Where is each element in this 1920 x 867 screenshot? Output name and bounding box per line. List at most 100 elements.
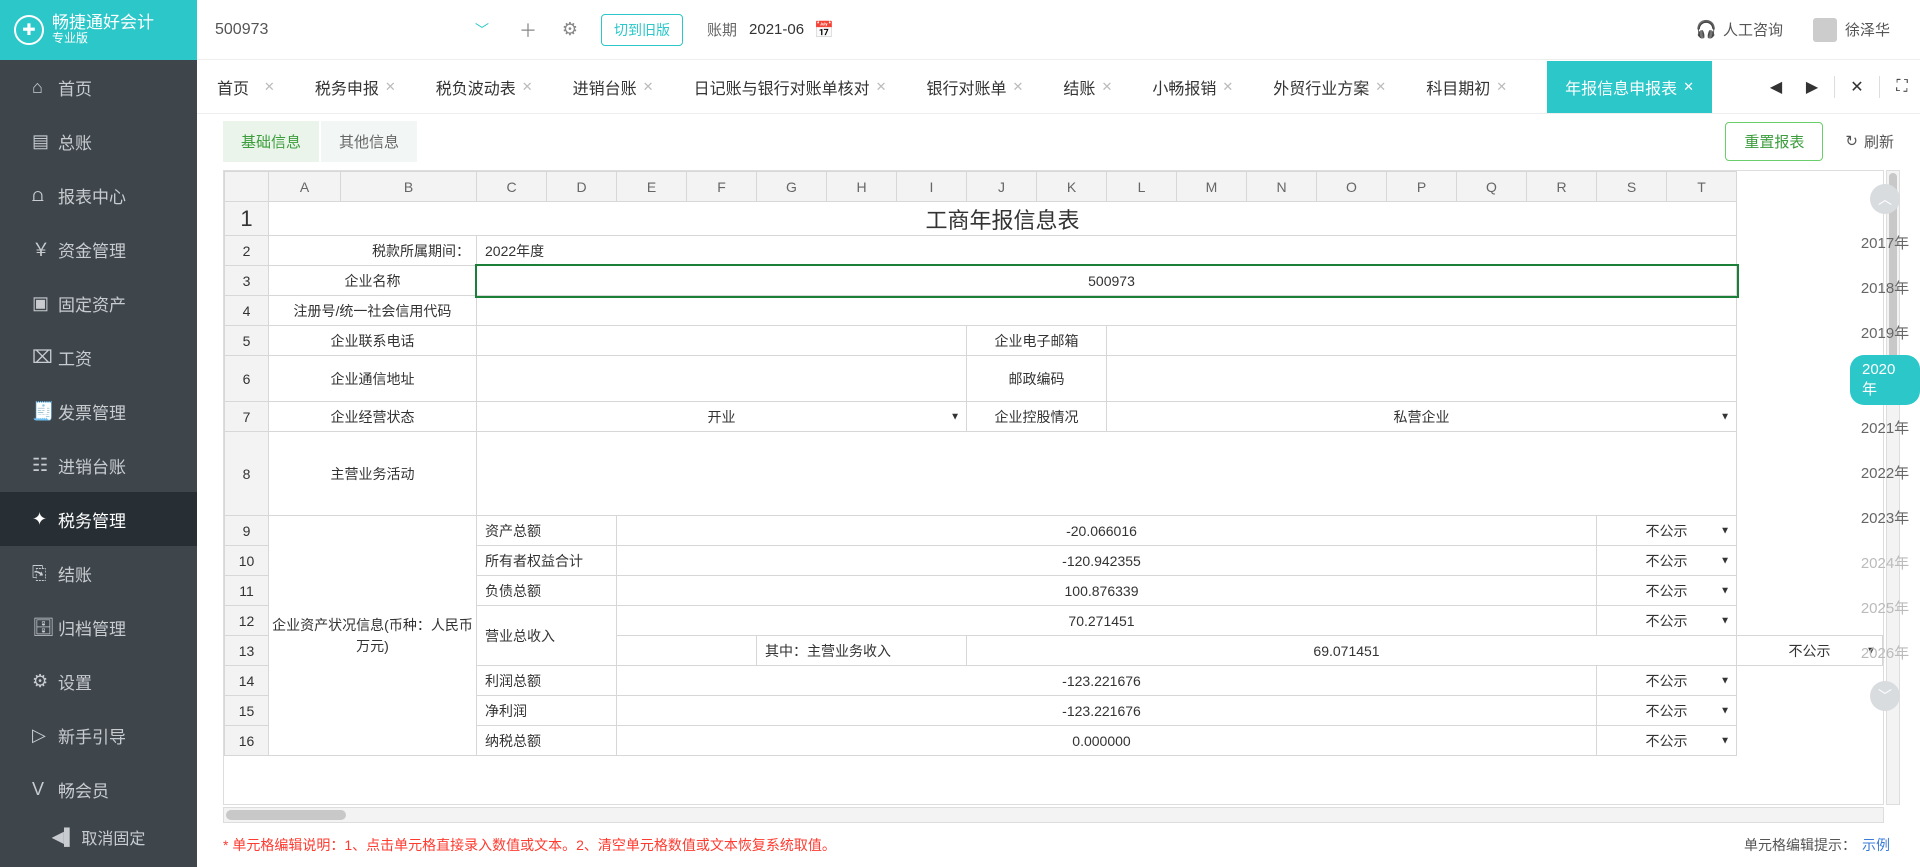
company-name-cell[interactable]: 500973 — [477, 266, 1737, 296]
col-header[interactable]: T — [1667, 172, 1737, 202]
tabs-prev-button[interactable]: ◀ — [1758, 72, 1794, 102]
year-2026年[interactable]: 2026年 — [1861, 630, 1909, 675]
row-header[interactable]: 15 — [225, 696, 269, 726]
col-header[interactable]: H — [827, 172, 897, 202]
tab-close-icon[interactable]: ✕ — [264, 79, 275, 95]
row-header[interactable]: 12 — [225, 606, 269, 636]
col-header[interactable]: M — [1177, 172, 1247, 202]
year-2019年[interactable]: 2019年 — [1861, 310, 1909, 355]
tab-3[interactable]: 进销台账✕ — [573, 75, 654, 99]
subtab-basic-info[interactable]: 基础信息 — [223, 121, 319, 162]
tab-7[interactable]: 小畅报销✕ — [1152, 75, 1233, 99]
col-header[interactable]: G — [757, 172, 827, 202]
year-2021年[interactable]: 2021年 — [1861, 405, 1909, 450]
postcode-cell[interactable] — [1107, 356, 1737, 402]
spreadsheet[interactable]: ABCDEFGHIJKLMNOPQRST1工商年报信息表2税款所属期间：2022… — [223, 170, 1884, 805]
year-2022年[interactable]: 2022年 — [1861, 450, 1909, 495]
sidebar-item-8[interactable]: ✦税务管理 — [0, 492, 197, 546]
tab-close-icon[interactable]: ✕ — [1683, 79, 1694, 95]
tabs-next-button[interactable]: ▶ — [1794, 72, 1830, 102]
row-header[interactable]: 2 — [225, 236, 269, 266]
row-header[interactable]: 10 — [225, 546, 269, 576]
row-header[interactable]: 6 — [225, 356, 269, 402]
year-down-button[interactable]: ﹀ — [1870, 681, 1900, 711]
tab-1[interactable]: 税务申报✕ — [315, 75, 396, 99]
switch-old-version-button[interactable]: 切到旧版 — [601, 14, 683, 46]
value-cell[interactable]: 69.071451 — [967, 636, 1737, 666]
tab-5[interactable]: 银行对账单✕ — [927, 75, 1024, 99]
reset-report-button[interactable]: 重置报表 — [1725, 122, 1823, 161]
consult-link[interactable]: 🎧 人工咨询 — [1696, 19, 1783, 40]
value-cell[interactable]: -123.221676 — [617, 696, 1597, 726]
tab-close-icon[interactable]: ✕ — [385, 79, 396, 95]
credit-code-cell[interactable] — [477, 296, 1737, 326]
col-header[interactable]: D — [547, 172, 617, 202]
value-cell[interactable]: 0.000000 — [617, 726, 1597, 756]
address-cell[interactable] — [477, 356, 967, 402]
col-header[interactable]: I — [897, 172, 967, 202]
tab-close-icon[interactable]: ✕ — [1101, 79, 1112, 95]
publicity-select[interactable]: 不公示▼ — [1597, 516, 1737, 546]
row-header[interactable]: 9 — [225, 516, 269, 546]
sidebar-item-2[interactable]: ⩍报表中心 — [0, 168, 197, 222]
tab-0[interactable]: 首页 ✕ — [217, 75, 275, 99]
row-header[interactable]: 3 — [225, 266, 269, 296]
sidebar-item-11[interactable]: ⚙设置 — [0, 654, 197, 708]
tab-4[interactable]: 日记账与银行对账单核对✕ — [694, 75, 887, 99]
year-2024年[interactable]: 2024年 — [1861, 540, 1909, 585]
year-2020年[interactable]: 2020年 — [1850, 355, 1920, 405]
col-header[interactable]: P — [1387, 172, 1457, 202]
tab-close-icon[interactable]: ✕ — [522, 79, 533, 95]
year-2017年[interactable]: 2017年 — [1861, 220, 1909, 265]
publicity-select[interactable]: 不公示▼ — [1597, 576, 1737, 606]
col-header[interactable]: R — [1527, 172, 1597, 202]
company-selector[interactable]: 500973 ﹀ — [197, 20, 507, 40]
publicity-select[interactable]: 不公示▼ — [1597, 546, 1737, 576]
row-header[interactable]: 11 — [225, 576, 269, 606]
tab-6[interactable]: 结账✕ — [1063, 75, 1112, 99]
gear-icon[interactable]: ⚙ — [557, 19, 583, 40]
row-header[interactable]: 1 — [225, 202, 269, 236]
example-link[interactable]: 示例 — [1862, 835, 1890, 855]
col-header[interactable]: B — [341, 172, 477, 202]
business-status-select[interactable]: 开业▼ — [477, 402, 967, 432]
year-2025年[interactable]: 2025年 — [1861, 585, 1909, 630]
col-header[interactable]: A — [269, 172, 341, 202]
tab-close-icon[interactable]: ✕ — [1222, 79, 1233, 95]
tax-period[interactable]: 2022年度 — [477, 236, 1737, 266]
tab-9[interactable]: 科目期初✕ — [1426, 75, 1507, 99]
col-header[interactable]: O — [1317, 172, 1387, 202]
sidebar-item-0[interactable]: ⌂首页 — [0, 60, 197, 114]
col-header[interactable]: Q — [1457, 172, 1527, 202]
main-activity-cell[interactable] — [477, 432, 1737, 516]
row-header[interactable]: 16 — [225, 726, 269, 756]
sidebar-item-6[interactable]: 🧾发票管理 — [0, 384, 197, 438]
tab-10[interactable]: 年报信息申报表✕ — [1547, 61, 1712, 113]
sidebar-item-5[interactable]: ⌧工资 — [0, 330, 197, 384]
value-cell[interactable]: 70.271451 — [617, 606, 1597, 636]
row-header[interactable]: 7 — [225, 402, 269, 432]
fullscreen-icon[interactable]: ⛶ — [1884, 72, 1920, 102]
col-header[interactable]: F — [687, 172, 757, 202]
email-cell[interactable] — [1107, 326, 1737, 356]
value-cell[interactable]: 100.876339 — [617, 576, 1597, 606]
sidebar-item-12[interactable]: ▷新手引导 — [0, 708, 197, 762]
col-header[interactable]: S — [1597, 172, 1667, 202]
col-header[interactable]: N — [1247, 172, 1317, 202]
unpin-button[interactable]: ◀▌ 取消固定 — [0, 825, 197, 849]
tab-close-icon[interactable]: ✕ — [643, 79, 654, 95]
tabs-close-button[interactable]: ✕ — [1839, 72, 1875, 102]
row-header[interactable]: 4 — [225, 296, 269, 326]
value-cell[interactable]: -120.942355 — [617, 546, 1597, 576]
tab-close-icon[interactable]: ✕ — [1013, 79, 1024, 95]
value-cell[interactable]: -20.066016 — [617, 516, 1597, 546]
sidebar-item-7[interactable]: ☷进销台账 — [0, 438, 197, 492]
subtab-other-info[interactable]: 其他信息 — [321, 121, 417, 162]
col-header[interactable]: C — [477, 172, 547, 202]
period-value[interactable]: 2021-06 — [749, 21, 804, 38]
holding-type-select[interactable]: 私营企业▼ — [1107, 402, 1737, 432]
tab-close-icon[interactable]: ✕ — [1375, 79, 1386, 95]
year-2023年[interactable]: 2023年 — [1861, 495, 1909, 540]
row-header[interactable]: 5 — [225, 326, 269, 356]
col-header[interactable]: J — [967, 172, 1037, 202]
